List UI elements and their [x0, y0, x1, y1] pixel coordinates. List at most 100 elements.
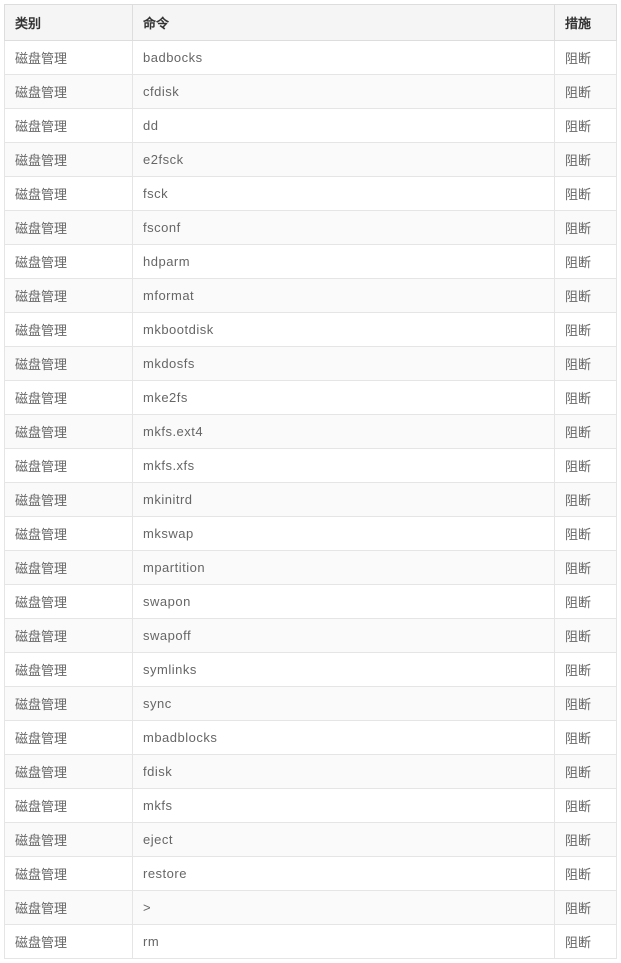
- cell-command: badbocks: [133, 41, 555, 75]
- cell-action: 阻断: [555, 109, 617, 143]
- cell-command: fsck: [133, 177, 555, 211]
- cell-command: mpartition: [133, 551, 555, 585]
- cell-action: 阻断: [555, 211, 617, 245]
- cell-command: fdisk: [133, 755, 555, 789]
- cell-category: 磁盘管理: [5, 211, 133, 245]
- cell-action: 阻断: [555, 925, 617, 959]
- table-row: 磁盘管理mkswap阻断: [5, 517, 617, 551]
- cell-command: mkdosfs: [133, 347, 555, 381]
- table-row: 磁盘管理mkfs.xfs阻断: [5, 449, 617, 483]
- table-row: 磁盘管理symlinks阻断: [5, 653, 617, 687]
- cell-category: 磁盘管理: [5, 109, 133, 143]
- cell-action: 阻断: [555, 143, 617, 177]
- cell-command: eject: [133, 823, 555, 857]
- cell-action: 阻断: [555, 347, 617, 381]
- cell-category: 磁盘管理: [5, 857, 133, 891]
- table-row: 磁盘管理rm阻断: [5, 925, 617, 959]
- cell-category: 磁盘管理: [5, 279, 133, 313]
- cell-action: 阻断: [555, 755, 617, 789]
- cell-category: 磁盘管理: [5, 687, 133, 721]
- table-header-row: 类别 命令 措施: [5, 5, 617, 41]
- cell-category: 磁盘管理: [5, 313, 133, 347]
- cell-command: cfdisk: [133, 75, 555, 109]
- cell-command: >: [133, 891, 555, 925]
- cell-action: 阻断: [555, 313, 617, 347]
- cell-category: 磁盘管理: [5, 619, 133, 653]
- cell-command: mkswap: [133, 517, 555, 551]
- header-action: 措施: [555, 5, 617, 41]
- cell-command: mbadblocks: [133, 721, 555, 755]
- cell-command: hdparm: [133, 245, 555, 279]
- cell-command: mkinitrd: [133, 483, 555, 517]
- cell-action: 阻断: [555, 177, 617, 211]
- cell-category: 磁盘管理: [5, 177, 133, 211]
- cell-action: 阻断: [555, 585, 617, 619]
- cell-action: 阻断: [555, 687, 617, 721]
- table-row: 磁盘管理mpartition阻断: [5, 551, 617, 585]
- cell-category: 磁盘管理: [5, 755, 133, 789]
- cell-command: swapon: [133, 585, 555, 619]
- cell-action: 阻断: [555, 483, 617, 517]
- cell-category: 磁盘管理: [5, 41, 133, 75]
- cell-category: 磁盘管理: [5, 143, 133, 177]
- cell-category: 磁盘管理: [5, 823, 133, 857]
- cell-category: 磁盘管理: [5, 891, 133, 925]
- cell-action: 阻断: [555, 279, 617, 313]
- cell-command: mke2fs: [133, 381, 555, 415]
- cell-action: 阻断: [555, 517, 617, 551]
- cell-category: 磁盘管理: [5, 551, 133, 585]
- cell-category: 磁盘管理: [5, 75, 133, 109]
- table-row: 磁盘管理mke2fs阻断: [5, 381, 617, 415]
- cell-category: 磁盘管理: [5, 721, 133, 755]
- cell-action: 阻断: [555, 41, 617, 75]
- cell-action: 阻断: [555, 551, 617, 585]
- table-row: 磁盘管理e2fsck阻断: [5, 143, 617, 177]
- cell-category: 磁盘管理: [5, 517, 133, 551]
- header-category: 类别: [5, 5, 133, 41]
- table-row: 磁盘管理fdisk阻断: [5, 755, 617, 789]
- cell-command: mkfs.ext4: [133, 415, 555, 449]
- cell-category: 磁盘管理: [5, 789, 133, 823]
- cell-command: e2fsck: [133, 143, 555, 177]
- command-block-table: 类别 命令 措施 磁盘管理badbocks阻断磁盘管理cfdisk阻断磁盘管理d…: [4, 4, 617, 959]
- table-row: 磁盘管理mkinitrd阻断: [5, 483, 617, 517]
- cell-action: 阻断: [555, 653, 617, 687]
- cell-action: 阻断: [555, 721, 617, 755]
- cell-action: 阻断: [555, 75, 617, 109]
- cell-action: 阻断: [555, 619, 617, 653]
- cell-command: fsconf: [133, 211, 555, 245]
- cell-category: 磁盘管理: [5, 585, 133, 619]
- cell-category: 磁盘管理: [5, 653, 133, 687]
- cell-action: 阻断: [555, 891, 617, 925]
- header-command: 命令: [133, 5, 555, 41]
- table-row: 磁盘管理swapon阻断: [5, 585, 617, 619]
- cell-command: mkfs: [133, 789, 555, 823]
- table-row: 磁盘管理swapoff阻断: [5, 619, 617, 653]
- cell-action: 阻断: [555, 245, 617, 279]
- cell-category: 磁盘管理: [5, 245, 133, 279]
- table-row: 磁盘管理dd阻断: [5, 109, 617, 143]
- cell-command: mkfs.xfs: [133, 449, 555, 483]
- cell-command: symlinks: [133, 653, 555, 687]
- cell-command: rm: [133, 925, 555, 959]
- cell-category: 磁盘管理: [5, 415, 133, 449]
- cell-category: 磁盘管理: [5, 347, 133, 381]
- cell-category: 磁盘管理: [5, 925, 133, 959]
- table-row: 磁盘管理mkdosfs阻断: [5, 347, 617, 381]
- table-row: 磁盘管理>阻断: [5, 891, 617, 925]
- cell-command: mformat: [133, 279, 555, 313]
- table-row: 磁盘管理restore阻断: [5, 857, 617, 891]
- table-row: 磁盘管理fsconf阻断: [5, 211, 617, 245]
- table-row: 磁盘管理eject阻断: [5, 823, 617, 857]
- cell-action: 阻断: [555, 381, 617, 415]
- table-row: 磁盘管理sync阻断: [5, 687, 617, 721]
- table-row: 磁盘管理badbocks阻断: [5, 41, 617, 75]
- cell-action: 阻断: [555, 449, 617, 483]
- cell-action: 阻断: [555, 789, 617, 823]
- cell-category: 磁盘管理: [5, 381, 133, 415]
- table-row: 磁盘管理mkfs阻断: [5, 789, 617, 823]
- cell-command: dd: [133, 109, 555, 143]
- cell-command: mkbootdisk: [133, 313, 555, 347]
- cell-category: 磁盘管理: [5, 483, 133, 517]
- cell-category: 磁盘管理: [5, 449, 133, 483]
